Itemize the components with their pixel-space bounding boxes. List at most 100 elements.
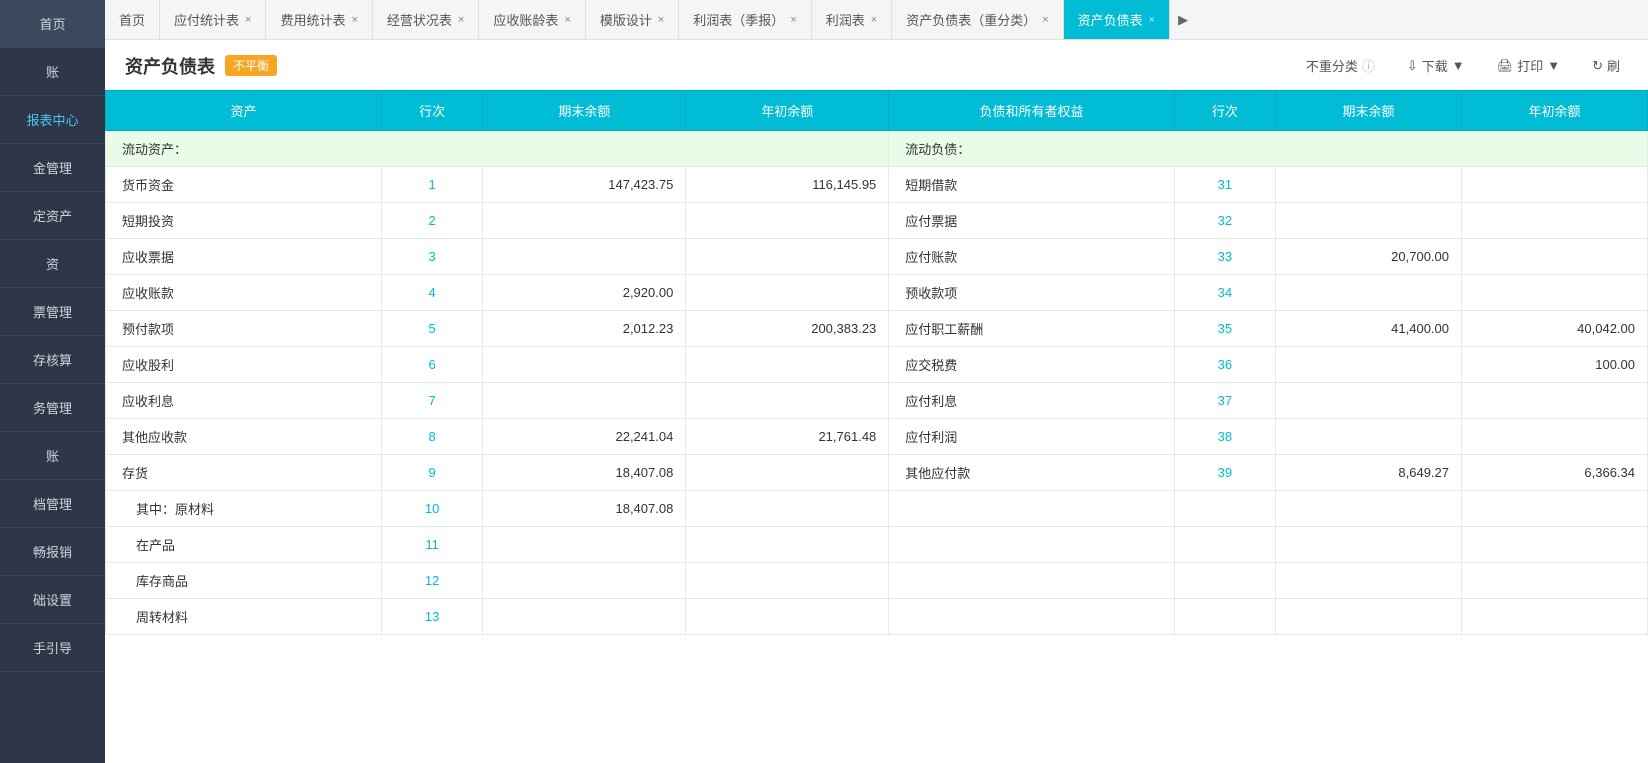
liability-row-num bbox=[1174, 563, 1275, 599]
liability-name: 预收款项 bbox=[889, 275, 1174, 311]
liability-year-start bbox=[1462, 599, 1648, 635]
download-icon: ⇩ bbox=[1407, 58, 1418, 74]
sidebar-item-fund-mgmt[interactable]: 金管理 bbox=[0, 144, 105, 192]
table-row: 其他应收款 8 22,241.04 21,761.48 应付利润 38 bbox=[106, 419, 1648, 455]
sidebar-item-business-mgmt[interactable]: 务管理 bbox=[0, 384, 105, 432]
tab-template-design[interactable]: 模版设计 × bbox=[586, 0, 679, 40]
asset-year-start bbox=[686, 203, 889, 239]
sidebar-item-basic-settings[interactable]: 础设置 bbox=[0, 576, 105, 624]
asset-name: 应收票据 bbox=[106, 239, 382, 275]
table-row: 应收股利 6 应交税费 36 100.00 bbox=[106, 347, 1648, 383]
tab-scroll-right[interactable]: ▶ bbox=[1170, 0, 1196, 40]
sidebar-item-ledger[interactable]: 账 bbox=[0, 432, 105, 480]
download-btn[interactable]: ⇩ 下载 ▼ bbox=[1399, 52, 1473, 79]
sidebar-item-sales[interactable]: 畅报销 bbox=[0, 528, 105, 576]
no-reclassify-btn[interactable]: 不重分类 ⓘ bbox=[1298, 52, 1383, 79]
asset-year-start bbox=[686, 599, 889, 635]
asset-row-num: 10 bbox=[381, 491, 482, 527]
asset-name: 应收股利 bbox=[106, 347, 382, 383]
tab-receivable-aging[interactable]: 应收账龄表 × bbox=[479, 0, 585, 40]
page-title: 资产负债表 bbox=[125, 53, 215, 79]
sidebar-item-ticket-mgmt[interactable]: 票管理 bbox=[0, 288, 105, 336]
print-btn[interactable]: 🖨 打印 ▼ bbox=[1489, 52, 1568, 79]
table-row: 短期投资 2 应付票据 32 bbox=[106, 203, 1648, 239]
asset-period-end bbox=[483, 347, 686, 383]
asset-year-start bbox=[686, 275, 889, 311]
sidebar-item-investment[interactable]: 资 bbox=[0, 240, 105, 288]
liability-year-start bbox=[1462, 275, 1648, 311]
asset-row-num: 7 bbox=[381, 383, 482, 419]
liability-period-end bbox=[1276, 275, 1462, 311]
tab-operations[interactable]: 经营状况表 × bbox=[373, 0, 479, 40]
col-header-year-start: 年初余额 bbox=[686, 91, 889, 131]
asset-year-start: 200,383.23 bbox=[686, 311, 889, 347]
refresh-btn[interactable]: ↻ 刷 bbox=[1584, 52, 1628, 79]
sidebar-item-fixed-assets[interactable]: 定资产 bbox=[0, 192, 105, 240]
tab-balance-reclassified[interactable]: 资产负债表（重分类） × bbox=[892, 0, 1063, 40]
tab-close-receivable-aging[interactable]: × bbox=[564, 14, 570, 26]
liability-period-end: 8,649.27 bbox=[1276, 455, 1462, 491]
asset-year-start bbox=[686, 347, 889, 383]
table-row: 应收账款 4 2,920.00 预收款项 34 bbox=[106, 275, 1648, 311]
sidebar-item-report-center[interactable]: 报表中心 bbox=[0, 96, 105, 144]
liability-year-start bbox=[1462, 563, 1648, 599]
asset-year-start bbox=[686, 491, 889, 527]
refresh-icon: ↻ bbox=[1592, 58, 1603, 74]
unbalanced-badge: 不平衡 bbox=[225, 55, 277, 76]
tab-close-payable-stats[interactable]: × bbox=[245, 14, 251, 26]
asset-period-end: 147,423.75 bbox=[483, 167, 686, 203]
tab-close-expense-stats[interactable]: × bbox=[351, 14, 357, 26]
sidebar-item-home[interactable]: 首页 bbox=[0, 0, 105, 48]
tab-balance-sheet[interactable]: 资产负债表 × bbox=[1064, 0, 1170, 40]
tab-close-operations[interactable]: × bbox=[458, 14, 464, 26]
liability-row-num: 37 bbox=[1174, 383, 1275, 419]
tab-close-balance-reclassified[interactable]: × bbox=[1042, 14, 1048, 26]
tab-close-profit[interactable]: × bbox=[871, 14, 877, 26]
asset-year-start bbox=[686, 383, 889, 419]
printer-icon: 🖨 bbox=[1497, 58, 1514, 74]
asset-row-num: 9 bbox=[381, 455, 482, 491]
tab-profit[interactable]: 利润表 × bbox=[812, 0, 892, 40]
liability-period-end bbox=[1276, 203, 1462, 239]
liability-period-end bbox=[1276, 599, 1462, 635]
tab-profit-quarterly[interactable]: 利润表（季报） × bbox=[679, 0, 811, 40]
tab-expense-stats[interactable]: 费用统计表 × bbox=[266, 0, 372, 40]
balance-sheet-table: 资产 行次 期末余额 年初余额 负债和所有者权益 行次 期末余额 年初余额 流动… bbox=[105, 90, 1648, 635]
table-row: 在产品 11 bbox=[106, 527, 1648, 563]
asset-period-end bbox=[483, 563, 686, 599]
refresh-label: 刷 bbox=[1607, 56, 1620, 75]
asset-row-num: 1 bbox=[381, 167, 482, 203]
asset-row-num: 4 bbox=[381, 275, 482, 311]
asset-year-start: 21,761.48 bbox=[686, 419, 889, 455]
tab-home[interactable]: 首页 bbox=[105, 0, 160, 40]
liability-name: 其他应付款 bbox=[889, 455, 1174, 491]
liability-row-num: 36 bbox=[1174, 347, 1275, 383]
tab-payable-stats[interactable]: 应付统计表 × bbox=[160, 0, 266, 40]
print-label: 打印 bbox=[1517, 56, 1543, 75]
liability-row-num: 32 bbox=[1174, 203, 1275, 239]
col-header-assets: 资产 bbox=[106, 91, 382, 131]
liability-row-num: 38 bbox=[1174, 419, 1275, 455]
download-label: 下载 bbox=[1422, 56, 1448, 75]
asset-row-num: 8 bbox=[381, 419, 482, 455]
liability-year-start bbox=[1462, 167, 1648, 203]
liability-row-num bbox=[1174, 599, 1275, 635]
asset-period-end bbox=[483, 239, 686, 275]
table-row: 周转材料 13 bbox=[106, 599, 1648, 635]
sidebar-item-account[interactable]: 账 bbox=[0, 48, 105, 96]
tab-close-balance-sheet[interactable]: × bbox=[1149, 14, 1155, 26]
tab-close-profit-quarterly[interactable]: × bbox=[790, 14, 796, 26]
liability-name: 应付职工薪酬 bbox=[889, 311, 1174, 347]
tab-close-template-design[interactable]: × bbox=[658, 14, 664, 26]
asset-row-num: 6 bbox=[381, 347, 482, 383]
asset-name: 应收账款 bbox=[106, 275, 382, 311]
liability-name: 应交税费 bbox=[889, 347, 1174, 383]
asset-row-num: 13 bbox=[381, 599, 482, 635]
asset-row-num: 11 bbox=[381, 527, 482, 563]
liability-year-start: 6,366.34 bbox=[1462, 455, 1648, 491]
liability-name: 短期借款 bbox=[889, 167, 1174, 203]
liability-name bbox=[889, 491, 1174, 527]
sidebar-item-archive-mgmt[interactable]: 档管理 bbox=[0, 480, 105, 528]
sidebar-item-inventory[interactable]: 存核算 bbox=[0, 336, 105, 384]
sidebar-item-guide[interactable]: 手引导 bbox=[0, 624, 105, 672]
